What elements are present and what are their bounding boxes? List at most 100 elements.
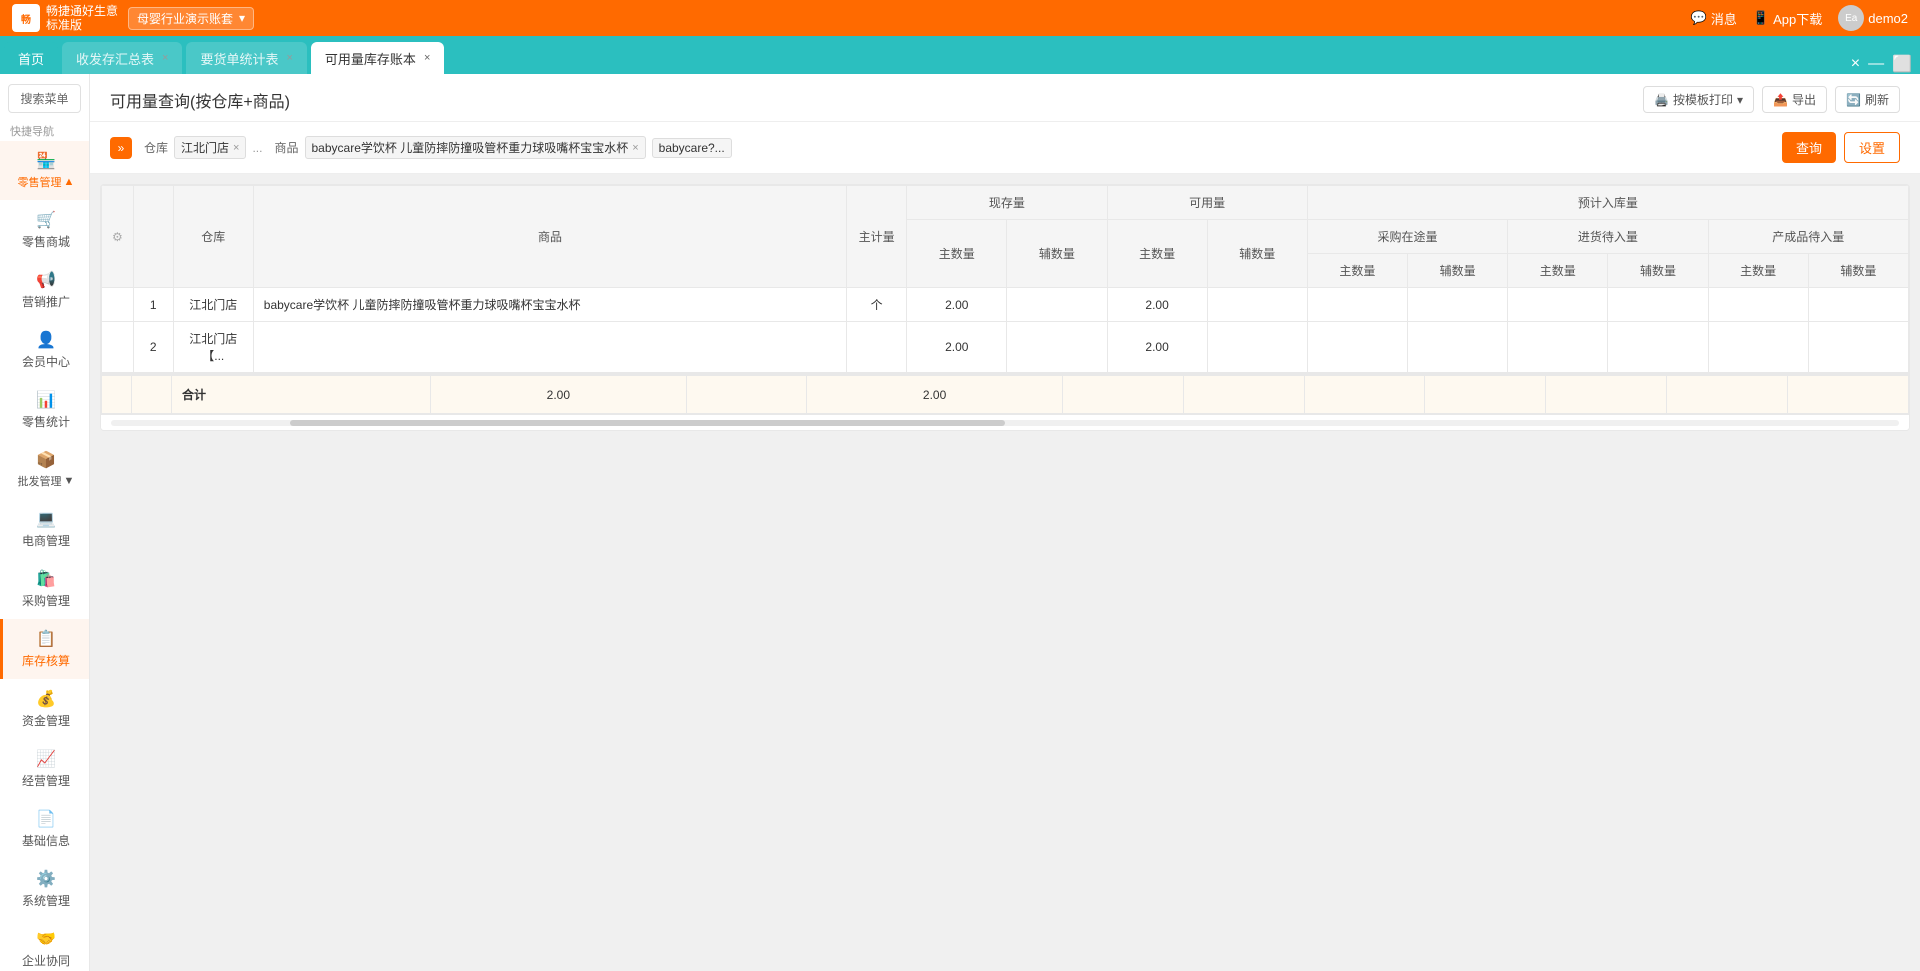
top-bar: 畅 畅捷通好生意 标准版 母婴行业演示账套 ▾ 💬 消息 📱 App下载 Ea … bbox=[0, 0, 1920, 36]
row2-available-aux bbox=[1207, 322, 1307, 373]
sidebar-item-member-center[interactable]: 👤 会员中心 bbox=[0, 320, 89, 380]
row2-warehouse: 江北门店【... bbox=[173, 322, 253, 373]
sidebar-finance-icon: 💰 bbox=[36, 689, 56, 709]
page-actions: 🖨️ 按模板打印 ▾ 📤 导出 🔄 刷新 bbox=[1643, 86, 1900, 113]
product-tag-1-remove[interactable]: × bbox=[632, 142, 638, 154]
tab-receive-summary[interactable]: 收发存汇总表 × bbox=[62, 42, 182, 74]
row1-prod-aux bbox=[1808, 288, 1908, 322]
industry-selector[interactable]: 母婴行业演示账套 ▾ bbox=[128, 7, 254, 30]
row2-stock-main: 2.00 bbox=[907, 322, 1007, 373]
sidebar-retail-mall-icon: 🛒 bbox=[36, 210, 56, 230]
sidebar-item-ecommerce[interactable]: 💻 电商管理 bbox=[0, 499, 89, 559]
sidebar-item-marketing[interactable]: 📢 营销推广 bbox=[0, 260, 89, 320]
th-expected-group: 预计入库量 bbox=[1307, 186, 1908, 220]
sidebar-item-enterprise-collab[interactable]: 🤝 企业协同 bbox=[0, 919, 89, 971]
row2-pt-aux bbox=[1408, 322, 1508, 373]
tab-available-stock-close[interactable]: × bbox=[424, 52, 430, 64]
total-label: 合计 bbox=[172, 376, 431, 414]
row1-available-main: 2.00 bbox=[1107, 288, 1207, 322]
warehouse-tag-remove[interactable]: × bbox=[233, 142, 239, 154]
tab-maximize-btn[interactable]: ⬜ bbox=[1892, 54, 1912, 74]
row2-index: 2 bbox=[133, 322, 173, 373]
app-download-btn[interactable]: 📱 App下载 bbox=[1753, 9, 1822, 28]
sidebar-finance-label: 资金管理 bbox=[22, 712, 70, 729]
row2-pp-main bbox=[1508, 322, 1608, 373]
print-btn[interactable]: 🖨️ 按模板打印 ▾ bbox=[1643, 86, 1754, 113]
row1-pp-aux bbox=[1608, 288, 1708, 322]
row1-prod-main bbox=[1708, 288, 1808, 322]
refresh-btn[interactable]: 🔄 刷新 bbox=[1835, 86, 1900, 113]
sidebar-item-ops[interactable]: 📈 经营管理 bbox=[0, 739, 89, 799]
filter-toggle-btn[interactable]: » bbox=[110, 137, 132, 159]
row2-stock-aux bbox=[1007, 322, 1107, 373]
warehouse-tag-1[interactable]: 江北门店 × bbox=[174, 136, 246, 159]
row1-pt-main bbox=[1307, 288, 1407, 322]
product-filter-label: 商品 bbox=[274, 139, 298, 156]
th-available-main: 主数量 bbox=[1107, 220, 1207, 288]
page-header: 可用量查询(按仓库+商品) 🖨️ 按模板打印 ▾ 📤 导出 🔄 刷新 bbox=[90, 74, 1920, 122]
warehouse-filter-label: 仓库 bbox=[144, 139, 168, 156]
brand-icon: 畅 bbox=[12, 4, 40, 32]
page-content: ⚙ 仓库 商品 主计量 现存量 可用量 预计入库量 主数量 辅数 bbox=[90, 174, 1920, 971]
sidebar-item-finance[interactable]: 💰 资金管理 bbox=[0, 679, 89, 739]
sidebar-item-retail-mall[interactable]: 🛒 零售商城 bbox=[0, 200, 89, 260]
export-icon: 📤 bbox=[1773, 93, 1788, 107]
th-production-pending-group: 产成品待入量 bbox=[1708, 220, 1908, 254]
scroll-thumb[interactable] bbox=[290, 420, 1005, 426]
table-section: ⚙ 仓库 商品 主计量 现存量 可用量 预计入库量 主数量 辅数 bbox=[100, 184, 1910, 431]
total-available-main: 2.00 bbox=[807, 376, 1062, 414]
tab-available-stock[interactable]: 可用量库存账本 × bbox=[311, 42, 444, 74]
expand-icon: ▲ bbox=[64, 176, 75, 188]
message-btn[interactable]: 💬 消息 bbox=[1691, 9, 1737, 28]
sidebar-item-retail-stats[interactable]: 📊 零售统计 bbox=[0, 380, 89, 440]
row1-stock-main: 2.00 bbox=[907, 288, 1007, 322]
top-bar-right: 💬 消息 📱 App下载 Ea demo2 bbox=[1691, 5, 1908, 31]
th-purchase-pending-main: 主数量 bbox=[1508, 254, 1608, 288]
tab-bar-right: × — ⬜ bbox=[1851, 54, 1920, 74]
sidebar: 搜索菜单 快捷导航 🏪 零售管理 ▲ 🛒 零售商城 📢 营销推广 👤 会员中 bbox=[0, 74, 90, 971]
refresh-icon: 🔄 bbox=[1846, 93, 1861, 107]
sidebar-retail-mall-label: 零售商城 bbox=[22, 233, 70, 250]
brand-text: 畅捷通好生意 标准版 bbox=[46, 4, 118, 33]
setting-btn[interactable]: 设置 bbox=[1844, 132, 1900, 163]
sidebar-item-basic-info[interactable]: 📄 基础信息 bbox=[0, 799, 89, 859]
product-tag-2[interactable]: babycare?... bbox=[652, 138, 732, 158]
th-product: 商品 bbox=[253, 186, 846, 288]
sidebar-items: 🏪 零售管理 ▲ 🛒 零售商城 📢 营销推广 👤 会员中心 📊 零售统计 bbox=[0, 141, 89, 971]
sidebar-item-retail-mgmt[interactable]: 🏪 零售管理 ▲ bbox=[0, 141, 89, 200]
export-btn[interactable]: 📤 导出 bbox=[1762, 86, 1827, 113]
table-row: 1 江北门店 babycare学饮杯 儿童防摔防撞吸管杯重力球吸嘴杯宝宝水杯 个… bbox=[102, 288, 1909, 322]
sidebar-ops-icon: 📈 bbox=[36, 749, 56, 769]
search-menu-btn[interactable]: 搜索菜单 bbox=[8, 84, 81, 113]
tab-home[interactable]: 首页 bbox=[4, 42, 58, 74]
th-purchase-pending-aux: 辅数量 bbox=[1608, 254, 1708, 288]
row2-prod-aux bbox=[1808, 322, 1908, 373]
row1-gear bbox=[102, 288, 134, 322]
sidebar-basic-info-icon: 📄 bbox=[36, 809, 56, 829]
quick-nav-label[interactable]: 快捷导航 bbox=[0, 119, 89, 141]
tab-receive-summary-close[interactable]: × bbox=[162, 52, 168, 64]
tab-minimize-btn[interactable]: — bbox=[1868, 55, 1884, 73]
row2-pt-main bbox=[1307, 322, 1407, 373]
query-btn[interactable]: 查询 bbox=[1782, 132, 1836, 163]
sidebar-item-sys-mgmt[interactable]: ⚙️ 系统管理 bbox=[0, 859, 89, 919]
page-title: 可用量查询(按仓库+商品) bbox=[110, 88, 290, 112]
product-tag-1[interactable]: babycare学饮杯 儿童防摔防撞吸管杯重力球吸嘴杯宝宝水杯 × bbox=[305, 136, 646, 159]
horizontal-scrollbar[interactable] bbox=[111, 420, 1899, 426]
th-available-group: 可用量 bbox=[1107, 186, 1307, 220]
row1-pt-aux bbox=[1408, 288, 1508, 322]
row1-index: 1 bbox=[133, 288, 173, 322]
phone-icon: 📱 bbox=[1753, 10, 1769, 26]
tab-order-stats[interactable]: 要货单统计表 × bbox=[186, 42, 306, 74]
warehouse-more[interactable]: ... bbox=[252, 141, 262, 155]
sidebar-stock-audit-icon: 📋 bbox=[36, 629, 56, 649]
tab-order-stats-close[interactable]: × bbox=[286, 52, 292, 64]
user-info[interactable]: Ea demo2 bbox=[1838, 5, 1908, 31]
sidebar-item-wholesale-mgmt[interactable]: 📦 批发管理 ▼ bbox=[0, 440, 89, 499]
sidebar-wholesale-label: 批发管理 bbox=[18, 473, 62, 489]
sidebar-item-purchase[interactable]: 🛍️ 采购管理 bbox=[0, 559, 89, 619]
top-bar-left: 畅 畅捷通好生意 标准版 母婴行业演示账套 ▾ bbox=[12, 4, 254, 33]
settings-gear-icon[interactable]: ⚙ bbox=[112, 230, 123, 244]
sidebar-item-stock-audit[interactable]: 📋 库存核算 bbox=[0, 619, 89, 679]
tab-close-all-btn[interactable]: × bbox=[1851, 55, 1860, 73]
